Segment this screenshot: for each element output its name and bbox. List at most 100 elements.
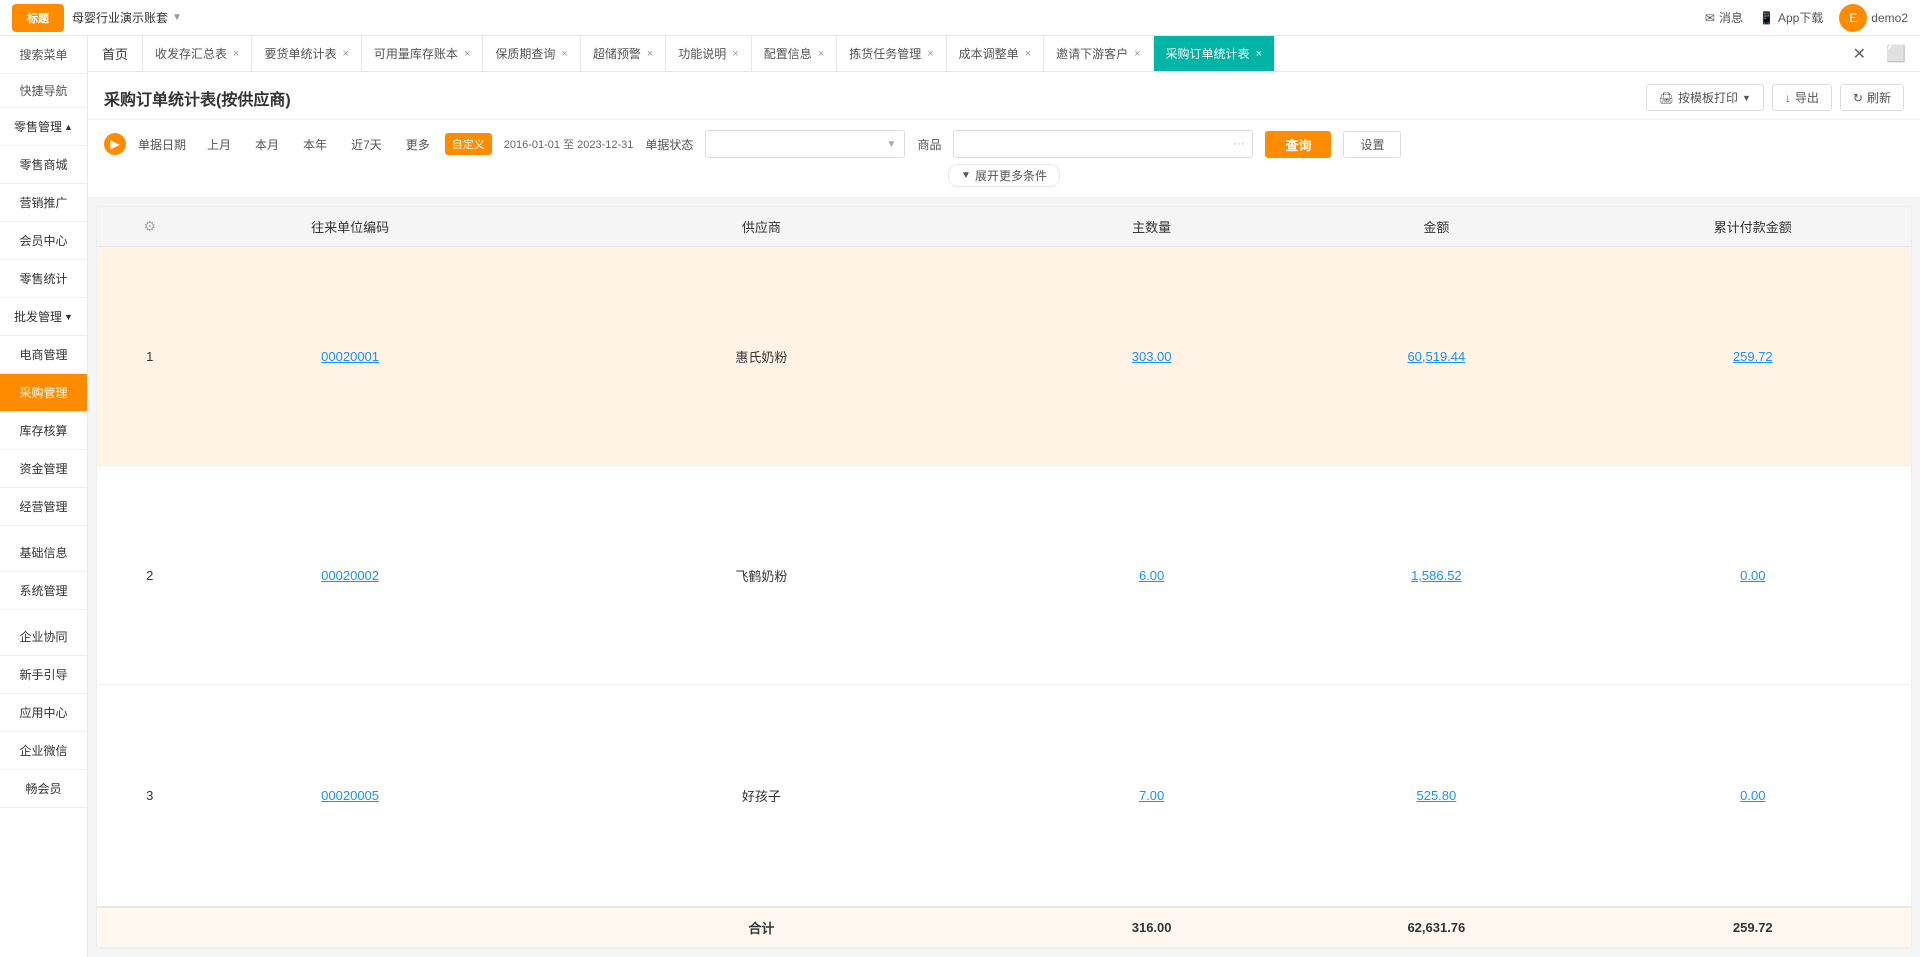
col-header-supplier: 供应商 <box>498 207 1025 247</box>
sidebar-item-enterprise[interactable]: 企业协同 <box>0 618 87 656</box>
sidebar-item-basic[interactable]: 基础信息 <box>0 534 87 572</box>
sidebar: 搜索菜单 快捷导航 零售管理 ▲ 零售商城 营销推广 会员中心 零售统计 批发管… <box>0 36 88 957</box>
user-menu[interactable]: E demo2 <box>1839 4 1908 32</box>
close-icon[interactable]: × <box>464 48 470 60</box>
sidebar-item-retail-stats[interactable]: 零售统计 <box>0 260 87 298</box>
restore-btn[interactable]: ⬜ <box>1880 42 1912 66</box>
column-settings-icon[interactable]: ⚙ <box>143 218 156 234</box>
chevron-down-icon: ▼ <box>887 139 897 150</box>
table-row: 3 00020005 好孩子 7.00 525.80 0.00 <box>97 685 1911 907</box>
close-icon[interactable]: × <box>561 48 567 60</box>
tab-invite-downstream[interactable]: 邀请下游客户 × <box>1044 36 1153 71</box>
row-supplier: 飞鹤奶粉 <box>498 466 1025 685</box>
tab-inventory-ledger[interactable]: 可用量库存账本 × <box>362 36 483 71</box>
col-header-settings: ⚙ <box>97 207 202 247</box>
row-amount[interactable]: 60,519.44 <box>1278 247 1594 466</box>
table-header-row: ⚙ 往来单位编码 供应商 主数量 <box>97 207 1911 247</box>
sidebar-item-newbie[interactable]: 新手引导 <box>0 656 87 694</box>
tab-function-desc[interactable]: 功能说明 × <box>666 36 751 71</box>
tab-home[interactable]: 首页 <box>88 36 143 71</box>
app-download-btn[interactable]: 📱 App下载 <box>1759 9 1823 26</box>
row-paid[interactable]: 259.72 <box>1595 247 1911 466</box>
row-paid[interactable]: 0.00 <box>1595 466 1911 685</box>
chevron-down-icon: ▼ <box>64 312 73 322</box>
filter-row-1: ▶ 单据日期 上月 本月 本年 近7天 更多 自定义 2016-01-01 至 … <box>104 130 1904 158</box>
tab-config-info[interactable]: 配置信息 × <box>752 36 837 71</box>
date-custom-btn[interactable]: 自定义 <box>445 133 492 155</box>
row-code[interactable]: 00020002 <box>202 466 497 685</box>
row-paid[interactable]: 0.00 <box>1595 685 1911 907</box>
chevron-down-icon: ▼ <box>172 12 182 23</box>
row-amount[interactable]: 1,586.52 <box>1278 466 1594 685</box>
sidebar-item-purchase[interactable]: 采购管理 <box>0 374 87 412</box>
close-icon[interactable]: × <box>927 48 933 60</box>
content-area: 首页 收发存汇总表 × 要货单统计表 × 可用量库存账本 × 保质期查询 × 超… <box>88 36 1920 957</box>
close-icon[interactable]: × <box>342 48 348 60</box>
app-logo: 标题 <box>12 4 64 32</box>
query-button[interactable]: 查询 <box>1265 131 1331 158</box>
sidebar-item-retail-mgmt[interactable]: 零售管理 ▲ <box>0 108 87 146</box>
message-btn[interactable]: ✉ 消息 <box>1705 9 1743 26</box>
settings-button[interactable]: 设置 <box>1343 131 1401 158</box>
sidebar-item-system[interactable]: 系统管理 <box>0 572 87 610</box>
main-layout: 搜索菜单 快捷导航 零售管理 ▲ 零售商城 营销推广 会员中心 零售统计 批发管… <box>0 36 1920 957</box>
message-icon: ✉ <box>1705 11 1715 25</box>
print-button[interactable]: 🖨 按模板打印 ▼ <box>1646 84 1764 111</box>
goods-input[interactable]: ··· <box>953 130 1253 158</box>
close-icon[interactable]: × <box>1134 48 1140 60</box>
sidebar-item-member[interactable]: 会员中心 <box>0 222 87 260</box>
date-7days-btn[interactable]: 近7天 <box>342 133 391 156</box>
sidebar-item-ecommerce[interactable]: 电商管理 <box>0 336 87 374</box>
row-code[interactable]: 00020005 <box>202 685 497 907</box>
tab-picking-task[interactable]: 拣货任务管理 × <box>837 36 946 71</box>
workspace-selector[interactable]: 母婴行业演示账套 ▼ <box>72 9 182 26</box>
close-icon[interactable]: × <box>732 48 738 60</box>
close-icon[interactable]: × <box>1256 48 1262 60</box>
export-icon: ↓ <box>1785 91 1791 105</box>
close-all-btn[interactable]: ✕ <box>1847 42 1872 66</box>
tab-warranty[interactable]: 保质期查询 × <box>483 36 580 71</box>
page-title: 采购订单统计表(按供应商) <box>104 86 291 110</box>
close-icon[interactable]: × <box>818 48 824 60</box>
date-last-month-btn[interactable]: 上月 <box>198 133 240 156</box>
date-this-year-btn[interactable]: 本年 <box>294 133 336 156</box>
date-range-display: 2016-01-01 至 2023-12-31 <box>504 136 634 152</box>
tab-purchase-stats[interactable]: 要货单统计表 × <box>252 36 361 71</box>
sidebar-item-inventory[interactable]: 库存核算 <box>0 412 87 450</box>
sidebar-item-retail-shop[interactable]: 零售商城 <box>0 146 87 184</box>
row-num: 1 <box>97 247 202 466</box>
sidebar-item-app-center[interactable]: 应用中心 <box>0 694 87 732</box>
tab-overstock[interactable]: 超储预警 × <box>581 36 666 71</box>
status-select[interactable]: ▼ <box>705 130 905 158</box>
sidebar-item-finance[interactable]: 资金管理 <box>0 450 87 488</box>
refresh-button[interactable]: ↻ 刷新 <box>1840 84 1904 111</box>
sidebar-item-vip[interactable]: 畅会员 <box>0 770 87 808</box>
row-qty[interactable]: 6.00 <box>1025 466 1278 685</box>
expand-conditions-btn[interactable]: ▼ 展开更多条件 <box>948 164 1060 187</box>
tab-receive-summary[interactable]: 收发存汇总表 × <box>143 36 252 71</box>
sidebar-item-wechat[interactable]: 企业微信 <box>0 732 87 770</box>
sidebar-item-search[interactable]: 搜索菜单 <box>0 36 87 74</box>
row-qty[interactable]: 303.00 <box>1025 247 1278 466</box>
date-this-month-btn[interactable]: 本月 <box>246 133 288 156</box>
row-code[interactable]: 00020001 <box>202 247 497 466</box>
sidebar-item-quick-nav[interactable]: 快捷导航 <box>0 74 87 108</box>
close-icon[interactable]: × <box>233 48 239 60</box>
sidebar-item-wholesale[interactable]: 批发管理 ▼ <box>0 298 87 336</box>
row-amount[interactable]: 525.80 <box>1278 685 1594 907</box>
table-row: 1 00020001 惠氏奶粉 303.00 60,519.44 259.72 <box>97 247 1911 466</box>
close-icon[interactable]: × <box>647 48 653 60</box>
top-bar-right: ✉ 消息 📱 App下载 E demo2 <box>1705 4 1908 32</box>
filter-collapse-btn[interactable]: ▶ <box>104 133 126 155</box>
footer-paid: 259.72 <box>1595 907 1911 948</box>
date-more-btn[interactable]: 更多 <box>397 133 439 156</box>
page-content: 采购订单统计表(按供应商) 🖨 按模板打印 ▼ ↓ 导出 ↻ 刷新 <box>88 72 1920 957</box>
export-button[interactable]: ↓ 导出 <box>1772 84 1832 111</box>
sidebar-item-marketing[interactable]: 营销推广 <box>0 184 87 222</box>
row-num: 3 <box>97 685 202 907</box>
close-icon[interactable]: × <box>1025 48 1031 60</box>
tab-purchase-order-stats[interactable]: 采购订单统计表 × <box>1154 36 1275 71</box>
tab-cost-adjust[interactable]: 成本调整单 × <box>947 36 1044 71</box>
sidebar-item-operation[interactable]: 经营管理 <box>0 488 87 526</box>
row-qty[interactable]: 7.00 <box>1025 685 1278 907</box>
